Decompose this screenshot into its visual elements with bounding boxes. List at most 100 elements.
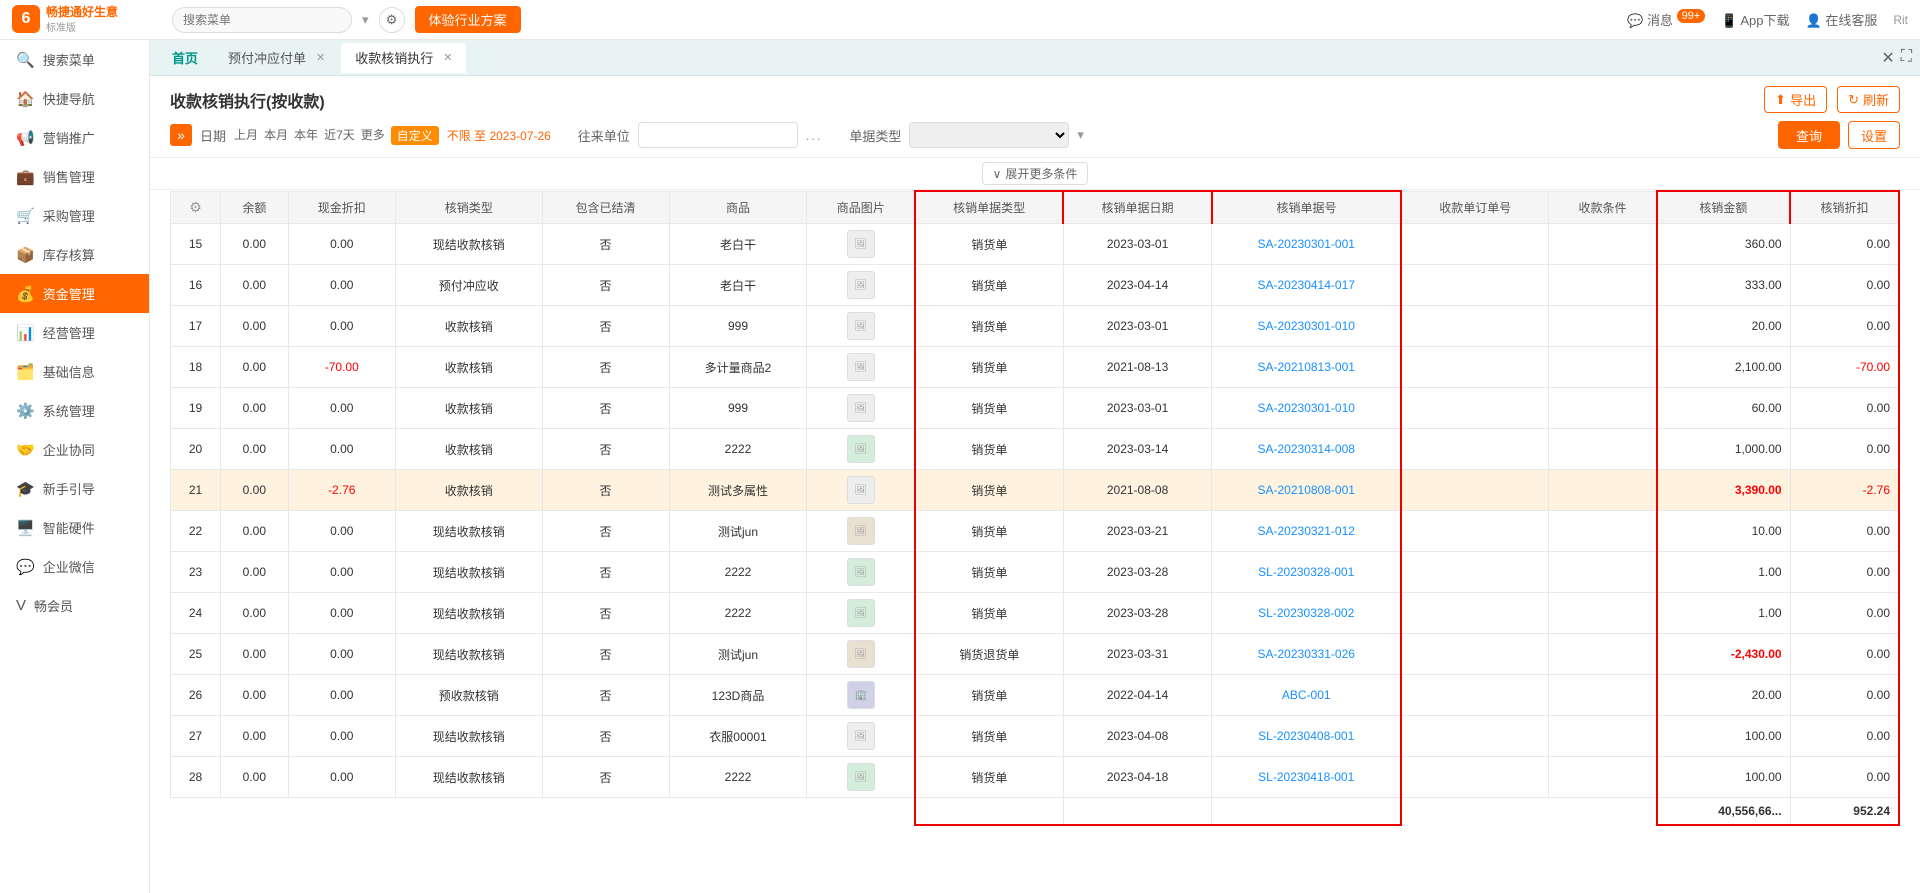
voucher-no-link[interactable]: SL-20230408-001	[1258, 729, 1354, 743]
app-download[interactable]: 📱 App下载	[1721, 10, 1789, 29]
sidebar-item-wechat[interactable]: 💬 企业微信	[0, 547, 149, 586]
sidebar-item-purchase[interactable]: 🛒 采购管理	[0, 196, 149, 235]
voucher-no-link[interactable]: SL-20230328-002	[1258, 606, 1354, 620]
cell-goods-img: 🖼	[807, 265, 915, 306]
voucher-no-link[interactable]: SL-20230328-001	[1258, 565, 1354, 579]
cell-verify-amount: 360.00	[1657, 224, 1790, 265]
tab-prepay[interactable]: 预付冲应付单 ✕	[214, 43, 339, 73]
cell-include-settled: 否	[542, 347, 669, 388]
sidebar-item-marketing[interactable]: 📢 营销推广	[0, 118, 149, 157]
basic-icon: 🗂️	[16, 363, 35, 381]
partner-input[interactable]	[638, 122, 798, 148]
goods-image: 🖼	[847, 230, 875, 258]
query-button[interactable]: 查询	[1778, 121, 1840, 149]
cell-goods-img: 🖼	[807, 306, 915, 347]
sidebar-item-operations[interactable]: 📊 经营管理	[0, 313, 149, 352]
cell-cash-discount: -70.00	[288, 347, 395, 388]
cell-receipt-cond	[1549, 552, 1657, 593]
voucher-no-link[interactable]: SA-20230414-017	[1258, 278, 1355, 292]
cell-include-settled: 否	[542, 306, 669, 347]
cell-receipt-order	[1401, 265, 1549, 306]
cell-include-settled: 否	[542, 388, 669, 429]
sidebar-item-finance[interactable]: 💰 资金管理	[0, 274, 149, 313]
sidebar-item-enterprise[interactable]: 🤝 企业协同	[0, 430, 149, 469]
cell-seq: 21	[171, 470, 221, 511]
sidebar-item-search[interactable]: 🔍 搜索菜单	[0, 40, 149, 79]
wechat-icon: 💬	[16, 558, 35, 576]
date-more[interactable]: 更多	[361, 126, 385, 145]
voucher-no-link[interactable]: SA-20210813-001	[1258, 360, 1355, 374]
footer-verify-amount: 40,556,66...	[1657, 798, 1790, 826]
cell-voucher-date: 2023-04-14	[1063, 265, 1211, 306]
sidebar-item-sales[interactable]: 💼 销售管理	[0, 157, 149, 196]
table-row: 22 0.00 0.00 现结收款核销 否 测试jun 🖼 销货单 2023-0…	[171, 511, 1900, 552]
voucher-no-link[interactable]: SA-20230331-026	[1258, 647, 1355, 661]
date-this-month[interactable]: 本月	[264, 126, 288, 145]
message-area[interactable]: 💬 消息 99+	[1627, 10, 1705, 29]
cell-balance: 0.00	[221, 429, 289, 470]
date-this-year[interactable]: 本年	[294, 126, 318, 145]
voucher-no-link[interactable]: SA-20230301-010	[1258, 401, 1355, 415]
table-area[interactable]: ⚙ 余额 现金折扣 核销类型 包含已结清 商品 商品图片 核销单据类型 核销单据…	[150, 190, 1920, 893]
voucher-no-link[interactable]: SA-20230314-008	[1258, 442, 1355, 456]
tab-receipt-close-icon[interactable]: ✕	[443, 51, 452, 64]
expand-filter-button[interactable]: »	[170, 124, 192, 146]
cell-receipt-order	[1401, 429, 1549, 470]
tab-expand-button[interactable]: ⛶	[1901, 48, 1912, 68]
expand-more-button[interactable]: ∨ 展开更多条件	[982, 162, 1089, 185]
cell-verify-amount: 2,100.00	[1657, 347, 1790, 388]
gear-button[interactable]: ⚙	[379, 7, 405, 33]
cell-verify-type: 现结收款核销	[395, 552, 542, 593]
voucher-no-link[interactable]: ABC-001	[1282, 688, 1331, 702]
sidebar-item-basic[interactable]: 🗂️ 基础信息	[0, 352, 149, 391]
cell-voucher-no: SL-20230328-002	[1212, 593, 1401, 634]
cell-goods: 2222	[669, 757, 807, 798]
sidebar-item-system[interactable]: ⚙️ 系统管理	[0, 391, 149, 430]
tab-prepay-close-icon[interactable]: ✕	[316, 51, 325, 64]
sidebar-item-inventory[interactable]: 📦 库存核算	[0, 235, 149, 274]
date-last-month[interactable]: 上月	[234, 126, 258, 145]
goods-image: 🖼	[847, 312, 875, 340]
voucher-no-link[interactable]: SA-20230301-001	[1258, 237, 1355, 251]
table-row: 21 0.00 -2.76 收款核销 否 测试多属性 🖼 销货单 2021-08…	[171, 470, 1900, 511]
sidebar-item-newbie[interactable]: 🎓 新手引导	[0, 469, 149, 508]
th-settings[interactable]: ⚙	[171, 191, 221, 224]
voucher-no-link[interactable]: SA-20230301-010	[1258, 319, 1355, 333]
cell-voucher-type: 销货单	[915, 511, 1063, 552]
th-cash-discount: 现金折扣	[288, 191, 395, 224]
refresh-button[interactable]: ↻ 刷新	[1837, 86, 1900, 113]
sidebar-item-vip[interactable]: V 畅会员	[0, 586, 149, 625]
voucher-no-link[interactable]: SA-20210808-001	[1258, 483, 1355, 497]
tab-close-button[interactable]: ✕	[1881, 48, 1894, 68]
table-settings-icon[interactable]: ⚙	[189, 199, 202, 215]
newbie-icon: 🎓	[16, 480, 35, 498]
sidebar-item-nav[interactable]: 🏠 快捷导航	[0, 79, 149, 118]
cell-verify-amount: 1,000.00	[1657, 429, 1790, 470]
cell-goods-img: 🖼	[807, 347, 915, 388]
cell-voucher-date: 2023-03-01	[1063, 388, 1211, 429]
cell-verify-amount: 1.00	[1657, 593, 1790, 634]
cell-seq: 24	[171, 593, 221, 634]
voucher-no-link[interactable]: SA-20230321-012	[1258, 524, 1355, 538]
date-7days[interactable]: 近7天	[324, 126, 355, 145]
industry-button[interactable]: 体验行业方案	[415, 6, 521, 33]
cell-receipt-order	[1401, 716, 1549, 757]
settings-button[interactable]: 设置	[1848, 121, 1900, 149]
date-filter-label: 日期	[200, 126, 226, 145]
cell-verify-type: 现结收款核销	[395, 511, 542, 552]
search-box[interactable]	[172, 7, 352, 33]
filter-buttons: 查询 设置	[1778, 121, 1900, 149]
search-input[interactable]	[183, 13, 341, 27]
voucher-type-select[interactable]	[909, 122, 1069, 148]
online-service[interactable]: 👤 在线客服	[1806, 10, 1878, 29]
export-button[interactable]: ⬆ 导出	[1764, 86, 1827, 113]
tab-receipt[interactable]: 收款核销执行 ✕	[341, 43, 466, 73]
tab-home[interactable]: 首页	[158, 43, 212, 73]
table-row: 19 0.00 0.00 收款核销 否 999 🖼 销货单 2023-03-01…	[171, 388, 1900, 429]
cell-verify-type: 现结收款核销	[395, 757, 542, 798]
enterprise-icon: 🤝	[16, 441, 35, 459]
voucher-no-link[interactable]: SL-20230418-001	[1258, 770, 1354, 784]
date-custom[interactable]: 自定义	[391, 126, 439, 145]
sidebar-item-hardware[interactable]: 🖥️ 智能硬件	[0, 508, 149, 547]
cell-voucher-date: 2021-08-08	[1063, 470, 1211, 511]
